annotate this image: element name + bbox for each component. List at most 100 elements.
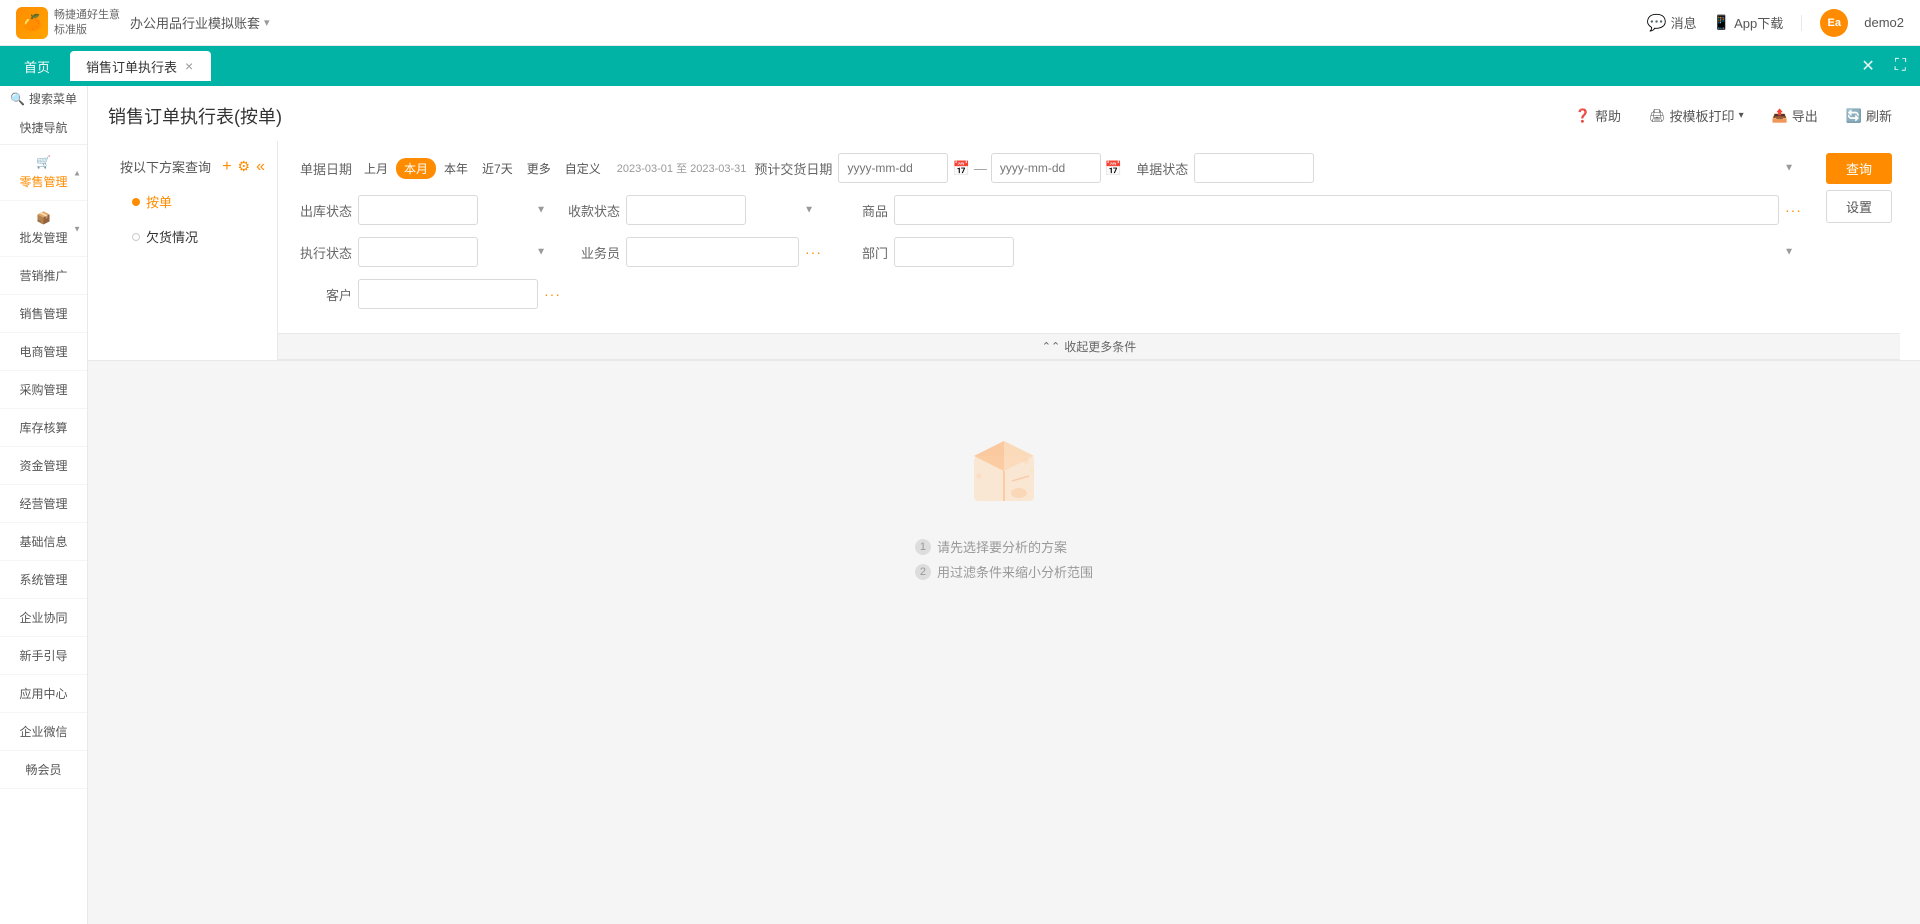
settings-scheme-button[interactable]: ⚙	[238, 158, 251, 176]
sidebar-item-wholesale[interactable]: 📦 批发管理	[0, 201, 87, 257]
filter-row-2: 出库状态 ▼ 收款状态	[294, 195, 1802, 225]
filter-form-area: 单据日期 上月 本月 本年 近7天 更多 自定义	[278, 141, 1900, 360]
user-name[interactable]: demo2	[1864, 15, 1904, 30]
sidebar-item-system[interactable]: 系统管理	[0, 561, 87, 599]
out-status-select-wrap: ▼	[358, 195, 554, 225]
app-download-button[interactable]: 📱 App下载	[1713, 13, 1784, 32]
scheme-item-by-debt[interactable]: 欠货情况	[108, 219, 277, 254]
refresh-icon: 🔄	[1846, 108, 1862, 124]
filter-panel: 按以下方案查询 + ⚙ « 按单 欠货情况	[108, 141, 1900, 360]
date-tab-last-month[interactable]: 上月	[358, 158, 394, 179]
customer-input[interactable]	[358, 279, 538, 309]
goods-more-icon[interactable]: ···	[1785, 202, 1802, 218]
goods-label: 商品	[830, 201, 888, 220]
filter-customer-field: 客户 ···	[294, 279, 561, 309]
empty-tip-2: 2 用过滤条件来缩小分析范围	[915, 562, 1093, 581]
add-scheme-button[interactable]: +	[222, 158, 231, 176]
settings-button[interactable]: 设置	[1826, 190, 1892, 223]
delivery-date-end-input[interactable]	[991, 153, 1101, 183]
help-button[interactable]: ❓ 帮助	[1567, 102, 1629, 129]
exec-status-select[interactable]	[358, 237, 478, 267]
wholesale-icon: 📦	[36, 211, 51, 225]
collapse-scheme-button[interactable]: «	[256, 158, 265, 176]
scheme-inactive-circle	[132, 233, 140, 241]
sidebar-search-button[interactable]: 🔍 搜索菜单	[0, 86, 87, 111]
tab-sales-exec[interactable]: 销售订单执行表 ×	[70, 51, 211, 81]
date-tab-this-year[interactable]: 本年	[438, 158, 474, 179]
export-button[interactable]: 📤 导出	[1764, 102, 1826, 129]
sidebar-item-marketing[interactable]: 营销推广	[0, 257, 87, 295]
dept-select-wrap: ▼	[894, 237, 1802, 267]
sidebar-item-finance[interactable]: 资金管理	[0, 447, 87, 485]
sidebar-item-sales[interactable]: 销售管理	[0, 295, 87, 333]
sidebar-item-member[interactable]: 畅会员	[0, 751, 87, 789]
date-tab-more[interactable]: 更多	[521, 158, 557, 179]
help-icon: ❓	[1575, 108, 1591, 124]
tab-close-icon[interactable]: ×	[183, 58, 195, 74]
retail-icon: 🛒	[36, 155, 51, 169]
delivery-date-start-input[interactable]	[838, 153, 948, 183]
customer-more-icon[interactable]: ···	[544, 286, 561, 302]
page-header-top: 销售订单执行表(按单) ❓ 帮助 🖨 按模板打印 ▾ 📤 导出	[108, 102, 1900, 129]
sidebar-quick-nav[interactable]: 快捷导航	[0, 111, 87, 145]
filter-dept-field: 部门 ▼	[830, 237, 1802, 267]
message-button[interactable]: 💬 消息	[1647, 13, 1697, 33]
top-nav-left: 🍊 畅捷通好生意 标准版 办公用品行业模拟账套 ▾	[16, 7, 270, 39]
sidebar-item-purchase[interactable]: 采购管理	[0, 371, 87, 409]
print-icon: 🖨	[1649, 108, 1666, 124]
filter-salesman-field: 业务员 ···	[562, 237, 822, 267]
nav-title-arrow-icon: ▾	[264, 16, 270, 29]
tab-close-window-button[interactable]: ✕	[1855, 54, 1880, 78]
delivery-date-label: 预计交货日期	[754, 159, 832, 178]
sidebar-item-appstore[interactable]: 应用中心	[0, 675, 87, 713]
tip-2-num: 2	[915, 564, 931, 580]
nav-title[interactable]: 办公用品行业模拟账套 ▾	[130, 13, 270, 32]
filter-doc-status-field: 单据状态 ▼	[1130, 153, 1802, 183]
filter-delivery-date-field: 预计交货日期 📅 — 📅	[754, 153, 1122, 183]
refresh-button[interactable]: 🔄 刷新	[1838, 102, 1900, 129]
tab-expand-button[interactable]: ⛶	[1889, 55, 1912, 77]
date-range-display: 2023-03-01 至 2023-03-31	[617, 160, 747, 176]
sidebar-item-corpwechat[interactable]: 企业微信	[0, 713, 87, 751]
delivery-date-group: 📅 — 📅	[838, 153, 1122, 183]
receipt-status-select-wrap: ▼	[626, 195, 822, 225]
out-status-select[interactable]	[358, 195, 478, 225]
doc-status-select[interactable]	[1194, 153, 1314, 183]
doc-status-label: 单据状态	[1130, 159, 1188, 178]
filter-scheme-title: 按以下方案查询 + ⚙ «	[108, 153, 277, 184]
date-tab-last-7[interactable]: 近7天	[476, 158, 519, 179]
filter-row-3: 执行状态 ▼ 业务员	[294, 237, 1802, 267]
date-tab-custom[interactable]: 自定义	[559, 158, 607, 179]
sidebar-item-operations[interactable]: 经营管理	[0, 485, 87, 523]
filter-row-4: 客户 ···	[294, 279, 1802, 309]
collapse-conditions-bar[interactable]: ⌃⌃ 收起更多条件	[278, 333, 1900, 360]
calendar-start-icon[interactable]: 📅	[952, 160, 969, 177]
sidebar-item-retail[interactable]: 🛒 零售管理	[0, 145, 87, 201]
sidebar-item-inventory[interactable]: 库存核算	[0, 409, 87, 447]
empty-state: 1 请先选择要分析的方案 2 用过滤条件来缩小分析范围	[88, 361, 1920, 641]
collapse-chevron-icon: ⌃⌃	[1042, 340, 1060, 353]
goods-input[interactable]	[894, 195, 1779, 225]
calendar-end-icon[interactable]: 📅	[1105, 160, 1122, 177]
empty-tips: 1 请先选择要分析的方案 2 用过滤条件来缩小分析范围	[915, 537, 1093, 581]
salesman-more-icon[interactable]: ···	[805, 244, 822, 260]
date-field-label: 单据日期	[294, 159, 352, 178]
scheme-item-by-order[interactable]: 按单	[108, 184, 277, 219]
sidebar-item-basic[interactable]: 基础信息	[0, 523, 87, 561]
dept-select[interactable]	[894, 237, 1014, 267]
sidebar-item-enterprise[interactable]: 企业协同	[0, 599, 87, 637]
template-print-button[interactable]: 🖨 按模板打印 ▾	[1641, 102, 1752, 129]
receipt-status-select[interactable]	[626, 195, 746, 225]
dept-label: 部门	[830, 243, 888, 262]
salesman-input[interactable]	[626, 237, 799, 267]
sidebar-item-ecommerce[interactable]: 电商管理	[0, 333, 87, 371]
message-icon: 💬	[1647, 13, 1667, 33]
logo-text: 畅捷通好生意 标准版	[54, 8, 120, 37]
sidebar-item-newbie[interactable]: 新手引导	[0, 637, 87, 675]
search-icon: 🔍	[10, 92, 25, 106]
filter-out-status-field: 出库状态 ▼	[294, 195, 554, 225]
search-button[interactable]: 查询	[1826, 153, 1892, 184]
date-tab-this-month[interactable]: 本月	[396, 158, 436, 179]
tab-home[interactable]: 首页	[8, 51, 66, 81]
top-nav: 🍊 畅捷通好生意 标准版 办公用品行业模拟账套 ▾ 💬 消息 📱 App下载 E…	[0, 0, 1920, 46]
